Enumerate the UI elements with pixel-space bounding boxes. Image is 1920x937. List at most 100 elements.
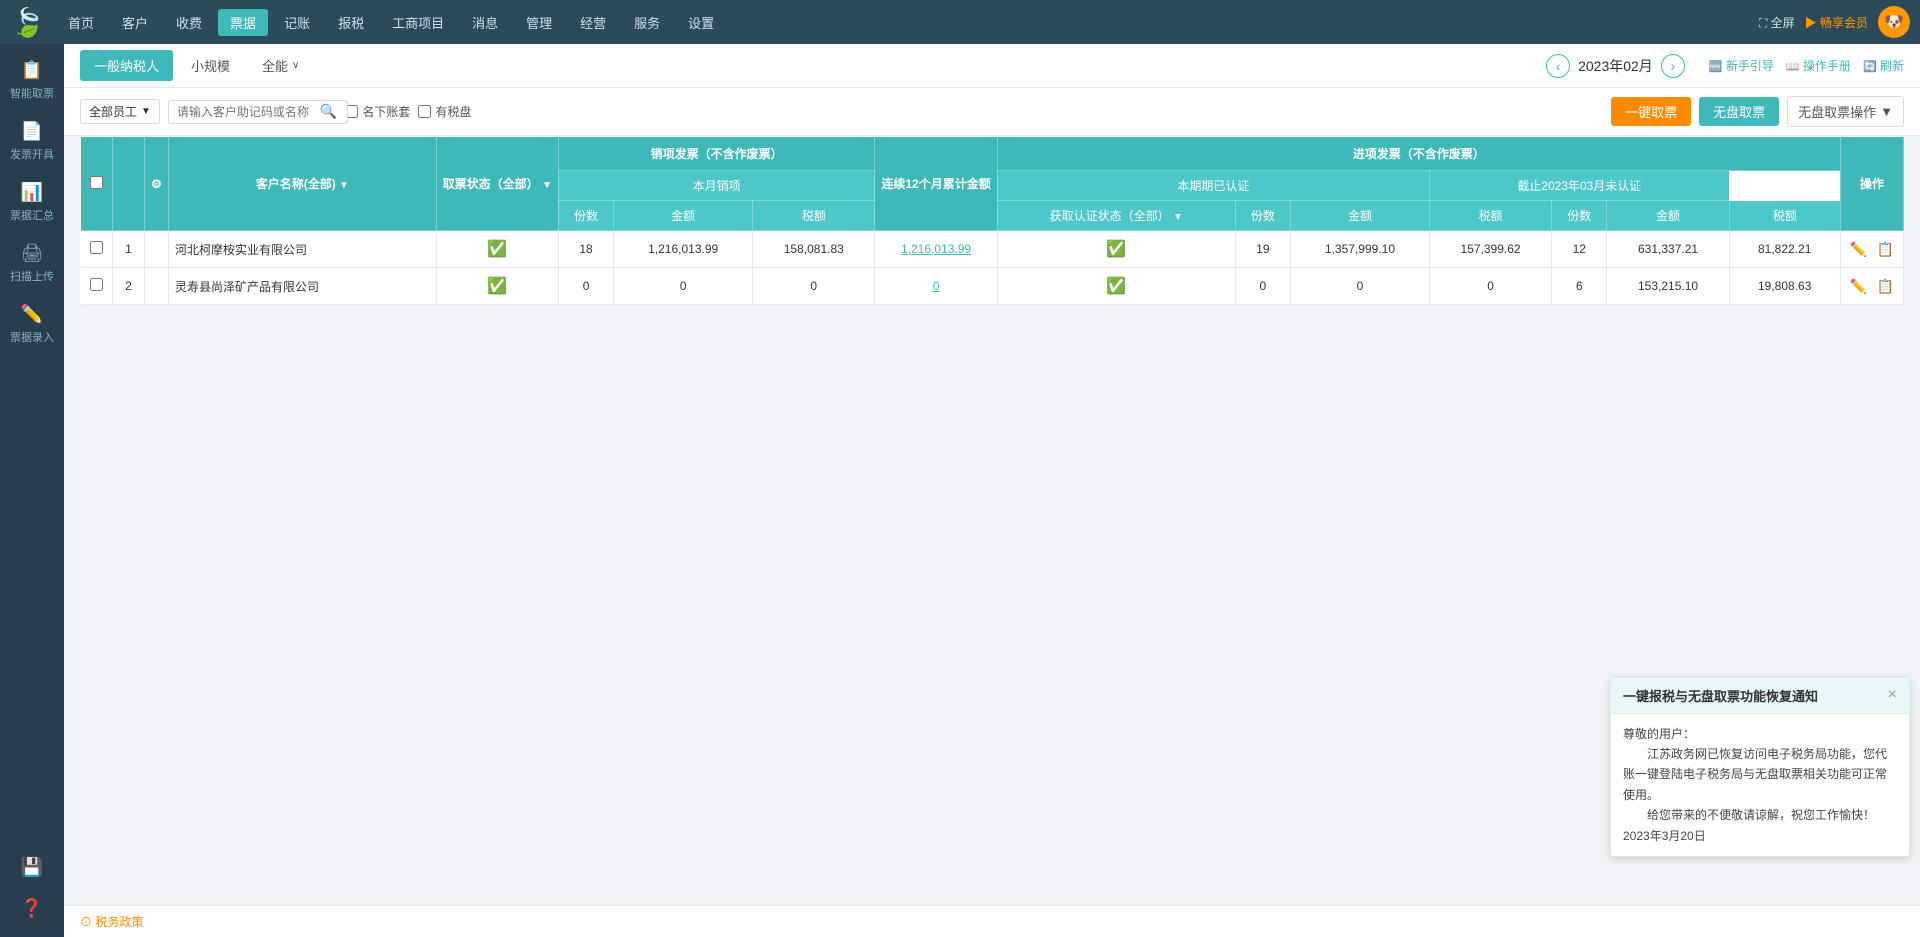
- cert-filter-icon[interactable]: ▼: [1173, 212, 1183, 223]
- row1-num: 1: [113, 231, 145, 268]
- row1-cert-tax: 157,399.62: [1429, 231, 1551, 268]
- row1-actions: ✏️ 📋: [1840, 231, 1903, 268]
- help-icon: ❓: [21, 898, 43, 919]
- th-quexiao: 取票状态（全部） ▼: [436, 137, 558, 231]
- th-uncertified: 截止2023年03月未认证: [1429, 171, 1729, 201]
- month-prev-button[interactable]: ‹: [1546, 54, 1570, 78]
- row1-select[interactable]: [90, 241, 103, 254]
- diskless-ticket-button[interactable]: 无盘取票: [1699, 97, 1779, 126]
- sidebar-item-ticket-summary[interactable]: 📊 票据汇总: [4, 174, 60, 231]
- nav-bookkeeping[interactable]: 记账: [272, 9, 322, 36]
- employee-filter[interactable]: 全部员工 ▼: [80, 99, 160, 124]
- row1-cert-amount: 1,357,999.10: [1290, 231, 1429, 268]
- user-avatar[interactable]: 🐶: [1878, 6, 1910, 38]
- invoice-open-icon: 📄: [21, 121, 43, 142]
- row1-view-icon[interactable]: 📋: [1877, 241, 1894, 257]
- tab-full[interactable]: 全能 ∨: [248, 50, 313, 81]
- new-guide-link[interactable]: 🆕 新手引导: [1709, 57, 1774, 74]
- member-btn[interactable]: ▶ 畅享会员: [1805, 14, 1868, 31]
- checkbox-has-taxpad[interactable]: 有税盘: [418, 103, 471, 120]
- sidebar-bottom: 💾 ❓: [4, 849, 60, 937]
- th-operation: 操作: [1840, 137, 1903, 231]
- name-filter-icon[interactable]: ▼: [339, 180, 349, 191]
- manual-link[interactable]: 📖 操作手册: [1786, 57, 1851, 74]
- nav-operation[interactable]: 经营: [568, 9, 618, 36]
- table-row: 1 河北柯摩桉实业有限公司 ✅ 18 1,216,013.99 158,081.…: [81, 231, 1904, 268]
- th-purchase-group: 进项发票（不含作废票）: [997, 137, 1840, 171]
- row1-gear: [145, 231, 169, 268]
- tab-full-more-icon: ∨: [292, 60, 299, 71]
- nav-service[interactable]: 服务: [622, 9, 672, 36]
- checkbox-own-account[interactable]: 名下账套: [345, 103, 410, 120]
- nav-menu: 首页 客户 收费 票据 记账 报税 工商项目 消息 管理 经营 服务 设置: [56, 9, 1759, 36]
- month-navigator: ‹ 2023年02月 ›: [1546, 54, 1685, 78]
- select-all-checkbox[interactable]: [90, 176, 103, 189]
- row1-checkbox[interactable]: [81, 231, 113, 268]
- nav-business[interactable]: 工商项目: [380, 9, 456, 36]
- sidebar-help[interactable]: ❓: [4, 890, 60, 927]
- employee-filter-chevron: ▼: [141, 106, 151, 117]
- refresh-link[interactable]: 🔄 刷新: [1863, 57, 1904, 74]
- row2-sales-amount: 0: [614, 268, 753, 305]
- nav-ticket[interactable]: 票据: [218, 9, 268, 36]
- quexiao-check-icon-2: ✅: [487, 278, 507, 295]
- row2-select[interactable]: [90, 278, 103, 291]
- th-sales-fen: 份数: [558, 201, 613, 231]
- cert-check-icon-2: ✅: [1106, 278, 1126, 295]
- cert-check-icon-1: ✅: [1106, 241, 1126, 258]
- quexiao-filter-icon[interactable]: ▼: [542, 180, 552, 191]
- row2-checkbox[interactable]: [81, 268, 113, 305]
- nav-right-actions: ⛶ 全屏 ▶ 畅享会员 🐶: [1759, 6, 1910, 38]
- tax-policy-link[interactable]: ⊙ 税务政策: [80, 913, 143, 930]
- sidebar-label-ticket-entry: 票据录入: [10, 329, 54, 345]
- one-click-ticket-button[interactable]: 一键取票: [1611, 97, 1691, 126]
- th-gear: ⚙: [145, 137, 169, 231]
- row2-edit-icon[interactable]: ✏️: [1850, 278, 1867, 294]
- row1-quexiao: ✅: [436, 231, 558, 268]
- sidebar-item-invoice-open[interactable]: 📄 发票开具: [4, 113, 60, 170]
- nav-fee[interactable]: 收费: [164, 9, 214, 36]
- nav-message[interactable]: 消息: [460, 9, 510, 36]
- row2-view-icon[interactable]: 📋: [1877, 278, 1894, 294]
- toolbar-right-buttons: 一键取票 无盘取票 无盘取票操作 ▼: [1611, 96, 1904, 127]
- row1-cumulative-link[interactable]: 1,216,013.99: [901, 242, 971, 256]
- row1-uncert-fen: 12: [1552, 231, 1607, 268]
- row1-sales-amount: 1,216,013.99: [614, 231, 753, 268]
- row2-actions: ✏️ 📋: [1840, 268, 1903, 305]
- th-month-certified: 本期期已认证: [997, 171, 1429, 201]
- row2-quexiao: ✅: [436, 268, 558, 305]
- th-uncert-amount: 金额: [1607, 201, 1729, 231]
- nav-tax[interactable]: 报税: [326, 9, 376, 36]
- nav-customer[interactable]: 客户: [110, 9, 160, 36]
- row1-sales-tax: 158,081.83: [753, 231, 875, 268]
- nav-home[interactable]: 首页: [56, 9, 106, 36]
- sidebar-item-scan-upload[interactable]: 🖨 扫描上传: [4, 235, 60, 292]
- row2-cert-tax: 0: [1429, 268, 1551, 305]
- row2-cert-amount: 0: [1290, 268, 1429, 305]
- left-sidebar: 📋 智能取票 📄 发票开具 📊 票据汇总 🖨 扫描上传 ✏️ 票据录入 💾 ❓: [0, 44, 64, 937]
- notification-close-button[interactable]: ×: [1888, 687, 1897, 703]
- notification-title: 一键报税与无盘取票功能恢复通知: [1623, 686, 1818, 705]
- bottom-bar[interactable]: ⊙ 税务政策: [64, 905, 1920, 937]
- nav-settings[interactable]: 设置: [676, 9, 726, 36]
- sidebar-item-smart-ticket[interactable]: 📋 智能取票: [4, 52, 60, 109]
- month-next-button[interactable]: ›: [1661, 54, 1685, 78]
- sidebar-label-scan-upload: 扫描上传: [10, 268, 54, 284]
- download-icon: 💾: [21, 857, 43, 878]
- diskless-ops-button[interactable]: 无盘取票操作 ▼: [1787, 96, 1904, 127]
- th-name: 客户名称(全部) ▼: [169, 137, 437, 231]
- sub-tabs-bar: 一般纳税人 小规模 全能 ∨ ‹ 2023年02月 › 🆕 新手引导 📖 操作手…: [64, 44, 1920, 88]
- tab-small-scale[interactable]: 小规模: [177, 50, 244, 81]
- row1-uncert-amount: 631,337.21: [1607, 231, 1729, 268]
- sidebar-download[interactable]: 💾: [4, 849, 60, 886]
- sidebar-item-ticket-entry[interactable]: ✏️ 票据录入: [4, 296, 60, 353]
- row2-cumulative-link[interactable]: 0: [933, 279, 940, 293]
- tab-general-taxpayer[interactable]: 一般纳税人: [80, 50, 173, 81]
- quexiao-check-icon: ✅: [487, 241, 507, 258]
- fullscreen-btn[interactable]: ⛶ 全屏: [1759, 14, 1795, 31]
- taxpad-checkbox[interactable]: [418, 105, 431, 118]
- search-button[interactable]: 🔍: [320, 103, 337, 120]
- row1-edit-icon[interactable]: ✏️: [1850, 241, 1867, 257]
- nav-manage[interactable]: 管理: [514, 9, 564, 36]
- row2-cert-status: ✅: [997, 268, 1235, 305]
